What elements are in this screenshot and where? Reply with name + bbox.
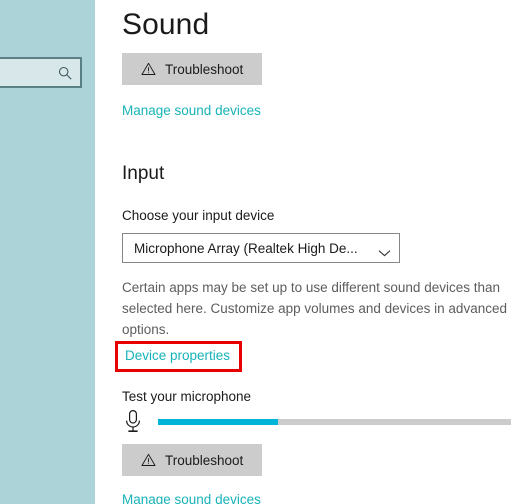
chevron-down-icon xyxy=(378,244,391,257)
input-section-heading: Input xyxy=(122,163,165,184)
microphone-level-meter xyxy=(122,408,511,436)
input-troubleshoot-button[interactable]: Troubleshoot xyxy=(122,444,263,476)
taskbar-search-box[interactable] xyxy=(0,57,82,88)
output-troubleshoot-label: Troubleshoot xyxy=(165,61,244,77)
input-troubleshoot-label: Troubleshoot xyxy=(165,452,244,468)
input-help-text: Certain apps may be set up to use differ… xyxy=(122,280,507,337)
search-icon xyxy=(58,66,72,80)
input-manage-sound-devices-link[interactable]: Manage sound devices xyxy=(122,492,261,504)
output-troubleshoot-button[interactable]: Troubleshoot xyxy=(122,53,263,85)
microphone-level-track xyxy=(158,419,511,425)
desktop-background xyxy=(0,0,95,504)
page-title: Sound xyxy=(122,8,210,41)
input-device-selected-value: Microphone Array (Realtek High De... xyxy=(134,240,358,256)
choose-input-device-label: Choose your input device xyxy=(122,208,275,223)
test-microphone-label: Test your microphone xyxy=(122,389,252,404)
microphone-icon xyxy=(122,409,144,435)
microphone-level-fill xyxy=(158,419,279,425)
warning-triangle-icon xyxy=(141,453,156,467)
warning-triangle-icon xyxy=(141,62,156,76)
input-device-select[interactable]: Microphone Array (Realtek High De... xyxy=(122,233,400,263)
device-properties-highlight-box: Device properties xyxy=(115,341,242,372)
output-manage-sound-devices-link[interactable]: Manage sound devices xyxy=(122,103,261,120)
device-properties-link[interactable]: Device properties xyxy=(125,348,230,365)
